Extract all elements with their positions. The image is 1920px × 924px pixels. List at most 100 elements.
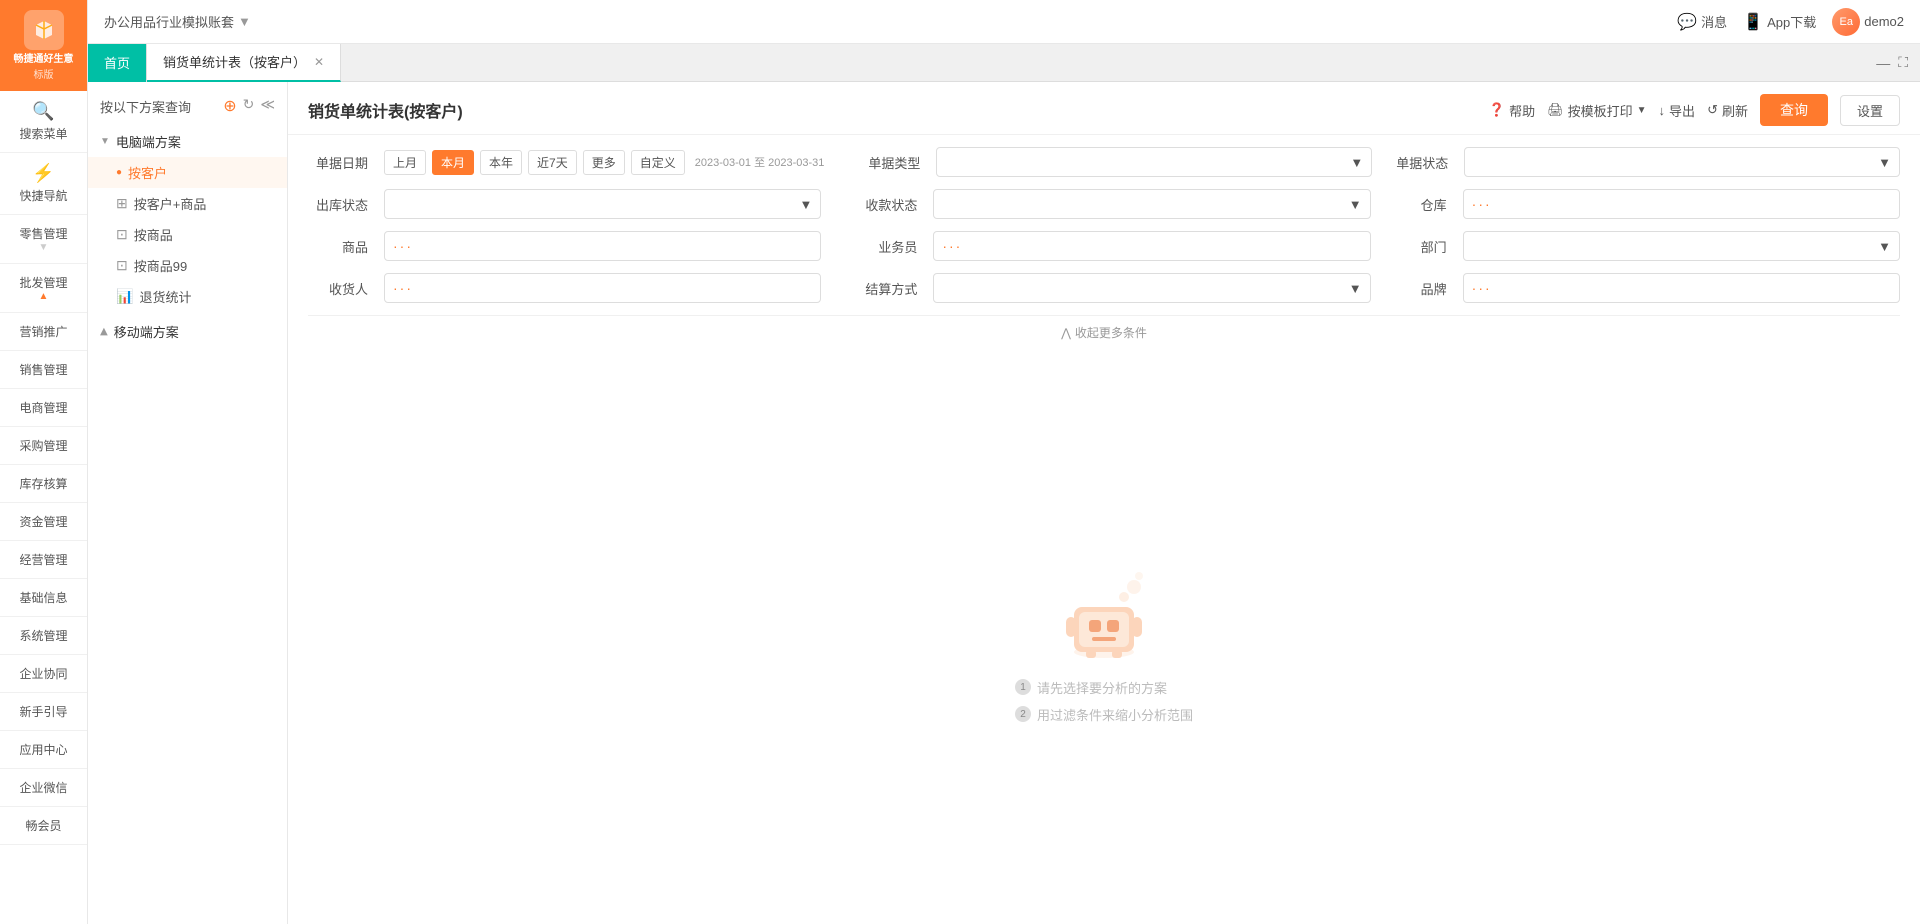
- tab-actions: — ⛶: [1864, 54, 1920, 71]
- collapse-up-icon: ⋀: [1061, 326, 1071, 340]
- order-type-label: 单据类型: [860, 153, 920, 172]
- scheme-group-mobile-header[interactable]: ▶ 移动端方案: [88, 316, 287, 347]
- empty-tip-1: 1 请先选择要分析的方案: [1015, 678, 1193, 697]
- sidebar-item-inventory[interactable]: 库存核算: [0, 465, 87, 503]
- payment-label: 收款状态: [857, 195, 917, 214]
- scheme-item-by-product-99[interactable]: ⊡ 按商品99: [88, 250, 287, 281]
- header-left: 办公用品行业模拟账套 ▼: [104, 12, 251, 31]
- sidebar-item-finance[interactable]: 资金管理: [0, 503, 87, 541]
- date-btn-this-month[interactable]: 本月: [432, 150, 474, 175]
- department-select[interactable]: ▼: [1463, 231, 1900, 261]
- filter-row-1: 单据日期 上月 本月 本年 近7天 更多 自定义 2023-03-01 至 20…: [308, 147, 1900, 177]
- app-name: 畅捷通好生意: [14, 54, 74, 66]
- add-scheme-icon[interactable]: ⊕: [223, 96, 236, 116]
- scheme-item-return-stat[interactable]: 📊 退货统计: [88, 281, 287, 312]
- collapse-button[interactable]: ⋀ 收起更多条件: [1061, 324, 1147, 341]
- tab-sales-stat[interactable]: 销货单统计表（按客户） ✕: [147, 44, 341, 82]
- scheme-item-label: 按商品99: [134, 256, 187, 275]
- top-header: 办公用品行业模拟账套 ▼ 💬 消息 📱 App下载 Ea demo2: [88, 0, 1920, 44]
- message-button[interactable]: 💬 消息: [1677, 12, 1727, 32]
- scheme-group-desktop: ▼ 电脑端方案 ● 按客户 ⊞ 按客户+商品 ⊡ 按商品 ⊡ 按商品99: [88, 126, 287, 312]
- tab-bar: 首页 销货单统计表（按客户） ✕ — ⛶: [88, 44, 1920, 82]
- settings-button[interactable]: 设置: [1840, 95, 1900, 126]
- salesperson-select[interactable]: ···: [933, 231, 1370, 261]
- sidebar-item-search[interactable]: 🔍 搜索菜单: [0, 91, 87, 153]
- payment-status-select[interactable]: ▼: [933, 189, 1370, 219]
- query-button[interactable]: 查询: [1760, 94, 1828, 126]
- sidebar-item-member[interactable]: 畅会员: [0, 807, 87, 845]
- empty-tips: 1 请先选择要分析的方案 2 用过滤条件来缩小分析范围: [1015, 678, 1193, 724]
- tab-maximize-icon[interactable]: ⛶: [1898, 54, 1908, 71]
- empty-state: 1 请先选择要分析的方案 2 用过滤条件来缩小分析范围: [288, 361, 1920, 924]
- department-label: 部门: [1387, 237, 1447, 256]
- sidebar-item-new-guide[interactable]: 新手引导: [0, 693, 87, 731]
- app-download-button[interactable]: 📱 App下载: [1743, 12, 1816, 32]
- sidebar-item-base-info[interactable]: 基础信息: [0, 579, 87, 617]
- refresh-button[interactable]: ↺ 刷新: [1707, 101, 1748, 120]
- date-btn-last-7-days[interactable]: 近7天: [528, 150, 577, 175]
- sidebar-item-system[interactable]: 系统管理: [0, 617, 87, 655]
- scheme-item-by-customer[interactable]: ● 按客户: [88, 157, 287, 188]
- sidebar-item-purchase[interactable]: 采购管理: [0, 427, 87, 465]
- help-icon: ❓: [1489, 102, 1505, 118]
- date-btn-this-year[interactable]: 本年: [480, 150, 522, 175]
- scheme-panel-header: 按以下方案查询 ⊕ ↻ ≪: [88, 90, 287, 122]
- order-status-select[interactable]: ▼: [1464, 147, 1900, 177]
- scheme-item-by-product[interactable]: ⊡ 按商品: [88, 219, 287, 250]
- expand-arrow-mobile-icon: ▶: [98, 328, 109, 336]
- sales-stat-tab-label: 销货单统计表（按客户）: [163, 52, 306, 71]
- scheme-item-by-customer-product[interactable]: ⊞ 按客户+商品: [88, 188, 287, 219]
- tab-minimize-icon[interactable]: —: [1876, 55, 1890, 71]
- user-menu[interactable]: Ea demo2: [1832, 8, 1904, 36]
- settlement-select[interactable]: ▼: [933, 273, 1370, 303]
- page-header: 销货单统计表(按客户) ❓ 帮助 🖨 按模板打印 ▼ ↓ 导出: [288, 82, 1920, 135]
- salesperson-label: 业务员: [857, 237, 917, 256]
- date-btn-custom[interactable]: 自定义: [631, 150, 685, 175]
- download-icon: 📱: [1743, 12, 1763, 32]
- settlement-label: 结算方式: [857, 279, 917, 298]
- product-select[interactable]: ···: [384, 231, 821, 261]
- app-title-dropdown[interactable]: 办公用品行业模拟账套 ▼: [104, 12, 251, 31]
- scheme-group-mobile: ▶ 移动端方案: [88, 316, 287, 347]
- warehouse-select[interactable]: ···: [1463, 189, 1900, 219]
- sidebar-item-quick-nav[interactable]: ⚡ 快捷导航: [0, 153, 87, 215]
- export-button[interactable]: ↓ 导出: [1659, 101, 1696, 120]
- filter-area: 单据日期 上月 本月 本年 近7天 更多 自定义 2023-03-01 至 20…: [288, 135, 1920, 361]
- filter-row-3: 商品 ··· 业务员 ··· 部门 ▼: [308, 231, 1900, 261]
- receiver-select[interactable]: ···: [384, 273, 821, 303]
- scheme-icon-grid: ⊞: [116, 195, 128, 212]
- product-label: 商品: [308, 237, 368, 256]
- chevron-down-icon-4: ▼: [1349, 197, 1362, 212]
- sidebar-item-app-center[interactable]: 应用中心: [0, 731, 87, 769]
- scheme-icon-table: ⊡: [116, 226, 128, 243]
- refresh-scheme-icon[interactable]: ↻: [243, 96, 255, 116]
- empty-illustration: [1044, 562, 1164, 662]
- chevron-down-icon: ▼: [1350, 155, 1363, 170]
- home-tab-label: 首页: [104, 53, 130, 72]
- help-button[interactable]: ❓ 帮助: [1489, 101, 1535, 120]
- sidebar-item-enterprise-coop[interactable]: 企业协同: [0, 655, 87, 693]
- sidebar-item-operations[interactable]: 经营管理: [0, 541, 87, 579]
- user-name: demo2: [1864, 14, 1904, 29]
- print-dropdown-icon: ▼: [1637, 105, 1647, 116]
- brand-select[interactable]: ···: [1463, 273, 1900, 303]
- date-btn-last-month[interactable]: 上月: [384, 150, 426, 175]
- main-area: 办公用品行业模拟账套 ▼ 💬 消息 📱 App下载 Ea demo2 首页: [88, 0, 1920, 924]
- date-btn-more[interactable]: 更多: [583, 150, 625, 175]
- sidebar-item-enterprise-wechat[interactable]: 企业微信: [0, 769, 87, 807]
- print-button[interactable]: 🖨 按模板打印 ▼: [1547, 101, 1646, 120]
- warehouse-label: 仓库: [1387, 195, 1447, 214]
- collapse-scheme-icon[interactable]: ≪: [260, 96, 275, 116]
- sidebar-item-wholesale[interactable]: 批发管理 ▲: [0, 264, 87, 313]
- sidebar-item-ecommerce[interactable]: 电商管理: [0, 389, 87, 427]
- scheme-active-icon: ●: [116, 167, 122, 178]
- sidebar-item-sales[interactable]: 销售管理: [0, 351, 87, 389]
- sidebar: 畅捷通好生意 标版 🔍 搜索菜单 ⚡ 快捷导航 零售管理 ▼ 批发管理 ▲ 营销…: [0, 0, 88, 924]
- scheme-group-desktop-header[interactable]: ▼ 电脑端方案: [88, 126, 287, 157]
- order-type-select[interactable]: ▼: [936, 147, 1372, 177]
- outbound-status-select[interactable]: ▼: [384, 189, 821, 219]
- sidebar-item-retail[interactable]: 零售管理 ▼: [0, 215, 87, 264]
- tab-close-icon[interactable]: ✕: [314, 55, 324, 69]
- sidebar-item-marketing[interactable]: 营销推广: [0, 313, 87, 351]
- tab-home[interactable]: 首页: [88, 44, 147, 82]
